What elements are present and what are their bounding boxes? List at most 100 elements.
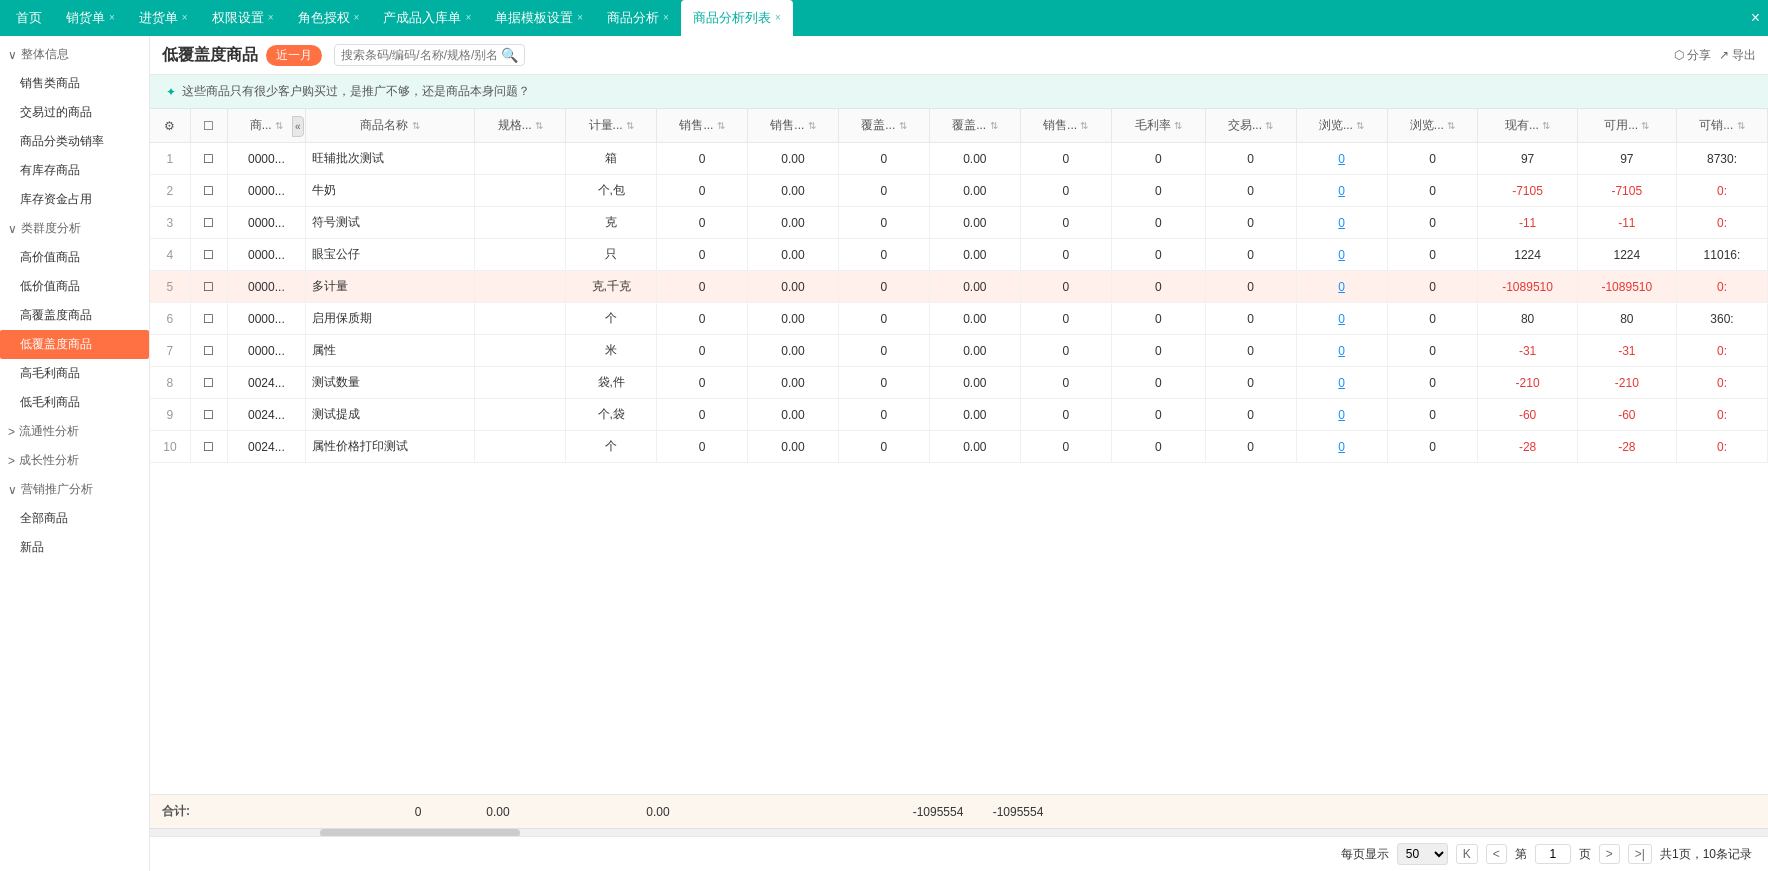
sidebar-group-marketing[interactable]: ∨ 营销推广分析 [0,475,149,504]
sidebar-item-traded-goods[interactable]: 交易过的商品 [0,98,149,127]
table-cell[interactable]: ☐ [190,335,227,367]
close-icon[interactable]: × [465,0,471,36]
col-sales-qty[interactable]: 销售... ⇅ [657,109,748,143]
last-page-button[interactable]: >| [1628,844,1652,864]
next-page-button[interactable]: > [1599,844,1620,864]
table-row: 10☐0024...属性价格打印测试个00.0000.0000000-28-28… [150,431,1768,463]
filter-period-button[interactable]: 近一月 [266,45,322,66]
close-icon[interactable]: × [663,0,669,36]
table-cell[interactable]: ☐ [190,399,227,431]
table-cell[interactable]: ☐ [190,239,227,271]
col-current-stock[interactable]: 现有... ⇅ [1478,109,1577,143]
sidebar-item-stock-capital[interactable]: 库存资金占用 [0,185,149,214]
table-cell: 0 [1111,431,1205,463]
table-row: 5☐0000...多计量克,千克00.0000.0000000-1089510-… [150,271,1768,303]
search-box: 🔍 [334,44,525,66]
sidebar-group-overall[interactable]: ∨ 整体信息 [0,40,149,69]
tab-purchase[interactable]: 进货单 × [127,0,200,36]
close-icon[interactable]: × [775,0,781,36]
col-gross-rate[interactable]: 毛利率 ⇅ [1111,109,1205,143]
col-sellable[interactable]: 可销... ⇅ [1676,109,1767,143]
col-name[interactable]: 商品名称 ⇅ [305,109,475,143]
col-cover2[interactable]: 覆盖... ⇅ [929,109,1020,143]
page-number-input[interactable] [1535,844,1571,864]
close-all-tabs-button[interactable]: × [1751,0,1760,36]
sidebar-item-new-goods[interactable]: 新品 [0,533,149,562]
col-cover1[interactable]: 覆盖... ⇅ [839,109,930,143]
footer-label: 合计: [162,803,190,820]
sidebar-item-low-coverage[interactable]: 低覆盖度商品 [0,330,149,359]
tab-product-storage[interactable]: 产成品入库单 × [371,0,483,36]
search-input[interactable] [341,48,501,62]
sidebar-item-low-value[interactable]: 低价值商品 [0,272,149,301]
table-cell[interactable]: ☐ [190,431,227,463]
table-cell: 0 [1020,207,1111,239]
sidebar-group-quality[interactable]: ∨ 类群度分析 [0,214,149,243]
col-trade[interactable]: 交易... ⇅ [1205,109,1296,143]
table-cell: 0 [1387,239,1478,271]
table-cell: 0 [1020,271,1111,303]
table-cell[interactable]: ☐ [190,303,227,335]
sidebar-item-high-value[interactable]: 高价值商品 [0,243,149,272]
horizontal-scrollbar[interactable] [150,828,1768,836]
table-cell[interactable]: ☐ [190,207,227,239]
close-icon[interactable]: × [182,0,188,36]
sidebar-item-high-profit[interactable]: 高毛利商品 [0,359,149,388]
col-browse2[interactable]: 浏览... ⇅ [1387,109,1478,143]
sidebar-item-sales-goods[interactable]: 销售类商品 [0,69,149,98]
prev-page-button[interactable]: < [1486,844,1507,864]
sidebar-item-low-profit[interactable]: 低毛利商品 [0,388,149,417]
sidebar-item-stocked-goods[interactable]: 有库存商品 [0,156,149,185]
tab-role[interactable]: 角色授权 × [286,0,372,36]
col-browse1[interactable]: 浏览... ⇅ [1296,109,1387,143]
tab-home[interactable]: 首页 [4,0,54,36]
tab-permission[interactable]: 权限设置 × [200,0,286,36]
table-cell: 0.00 [748,175,839,207]
table-cell: 0 [1111,335,1205,367]
tab-sales[interactable]: 销货单 × [54,0,127,36]
first-page-button[interactable]: K [1456,844,1478,864]
col-sales3[interactable]: 销售... ⇅ [1020,109,1111,143]
table-cell: 0 [1387,335,1478,367]
export-button[interactable]: ↗ 导出 [1719,47,1756,64]
table-cell: 0 [1387,399,1478,431]
tab-product-analysis-list[interactable]: 商品分析列表 × [681,0,793,36]
col-spec[interactable]: 规格... ⇅ [475,109,566,143]
table-cell: 0 [839,303,930,335]
sidebar-group-flow[interactable]: > 流通性分析 [0,417,149,446]
col-sales-amt[interactable]: 销售... ⇅ [748,109,839,143]
col-setting[interactable]: ⚙ [150,109,190,143]
table-cell: 0 [839,175,930,207]
table-cell: 0 [839,335,930,367]
col-unit[interactable]: 计量... ⇅ [566,109,657,143]
close-icon[interactable]: × [268,0,274,36]
close-icon[interactable]: × [354,0,360,36]
sidebar-collapse-button[interactable]: « [292,116,304,137]
close-icon[interactable]: × [109,0,115,36]
table-cell: 0 [1387,175,1478,207]
table-cell: 0 [657,143,748,175]
table-cell[interactable]: ☐ [190,271,227,303]
sidebar-item-high-coverage[interactable]: 高覆盖度商品 [0,301,149,330]
sidebar-item-category-rate[interactable]: 商品分类动销率 [0,127,149,156]
tab-product-analysis[interactable]: 商品分析 × [595,0,681,36]
col-available-stock[interactable]: 可用... ⇅ [1577,109,1676,143]
table-cell[interactable]: ☐ [190,143,227,175]
table-cell: 0000... [228,335,305,367]
sidebar-group-growth[interactable]: > 成长性分析 [0,446,149,475]
share-button[interactable]: ⬡ 分享 [1674,47,1711,64]
table-cell: 0 [1296,431,1387,463]
close-icon[interactable]: × [577,0,583,36]
tab-template[interactable]: 单据模板设置 × [483,0,595,36]
table-cell[interactable]: ☐ [190,175,227,207]
table-cell[interactable]: ☐ [190,367,227,399]
page-size-dropdown[interactable]: 50 100 200 [1397,843,1448,865]
col-checkbox[interactable]: ☐ [190,109,227,143]
table-cell: -60 [1577,399,1676,431]
search-icon[interactable]: 🔍 [501,47,518,63]
table-cell: 0.00 [748,335,839,367]
page-unit: 页 [1579,846,1591,863]
table-cell: 0 [657,175,748,207]
sidebar-item-all-goods[interactable]: 全部商品 [0,504,149,533]
table-cell: 0 [657,399,748,431]
